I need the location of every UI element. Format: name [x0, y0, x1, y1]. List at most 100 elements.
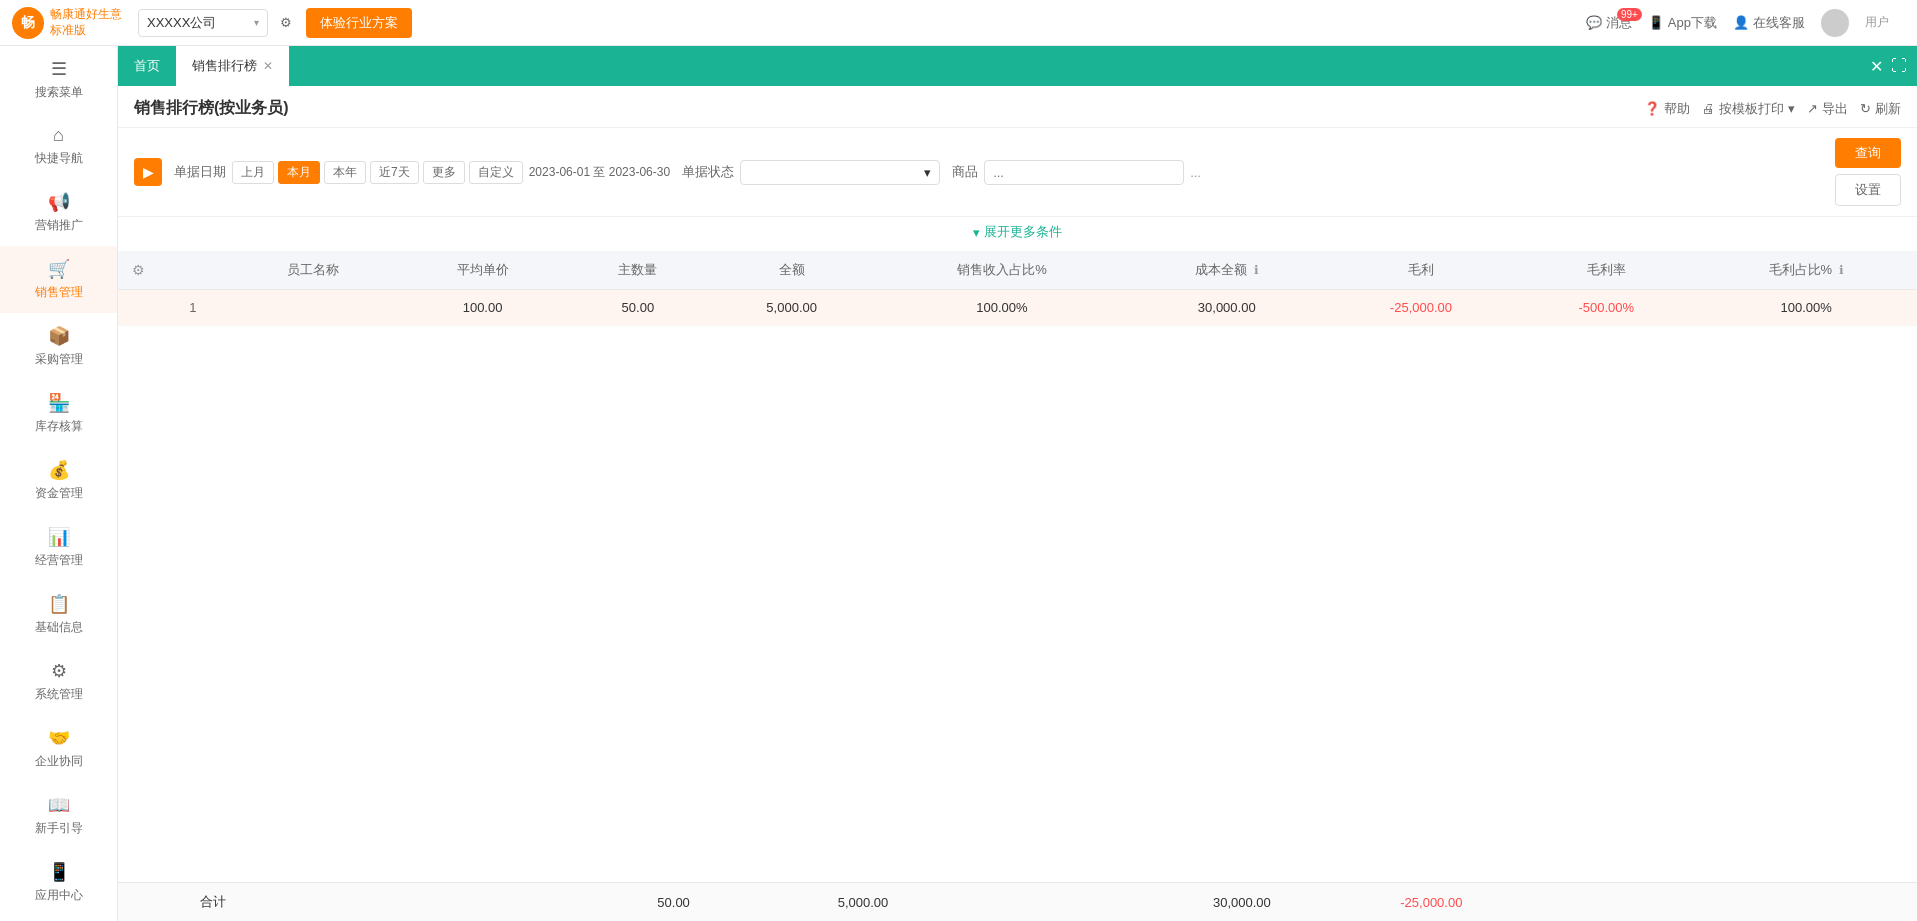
sidebar-item-label: 销售管理: [35, 284, 83, 301]
sidebar-item-finance[interactable]: 💰 资金管理: [0, 447, 117, 514]
sidebar-item-enterprise[interactable]: 🤝 企业协同: [0, 715, 117, 782]
th-cost: 成本全额 ℹ: [1129, 251, 1325, 290]
export-button[interactable]: ↗ 导出: [1807, 100, 1848, 118]
data-table: ⚙ 员工名称 平均单价 主数量 全额 销售收入占比% 成本全额 ℹ: [118, 251, 1917, 326]
cell-sales-pct: 100.00%: [875, 290, 1129, 326]
enterprise-icon: 🤝: [48, 727, 70, 749]
table-footer: 合计 50.00 5,000.00 30,000.00 -25,000.00: [118, 882, 1917, 921]
expand-button[interactable]: ▾ 展开更多条件: [973, 223, 1062, 241]
sidebar-item-label: 采购管理: [35, 351, 83, 368]
help-icon: ❓: [1644, 101, 1660, 116]
table-row: 1 100.00 50.00 5,000.00 100.00% 30,000.0…: [118, 290, 1917, 326]
tab-bar-right: ✕ ⛶: [1870, 57, 1917, 76]
column-settings-icon[interactable]: ⚙: [132, 262, 145, 278]
sidebar-item-search[interactable]: ☰ 搜索菜单: [0, 46, 117, 113]
th-amount: 全额: [708, 251, 875, 290]
cell-avg-price: 100.00: [398, 290, 568, 326]
window-expand-icon[interactable]: ⛶: [1891, 57, 1907, 75]
cell-gross: -25,000.00: [1325, 290, 1518, 326]
print-icon: 🖨: [1702, 101, 1715, 116]
goods-filter-group: 商品 ...: [952, 160, 1201, 185]
page-body: 销售排行榜(按业务员) ❓ 帮助 🖨 按模板打印 ▾ ↗: [118, 86, 1917, 921]
service-icon: 👤: [1733, 15, 1749, 30]
date-btn-more[interactable]: 更多: [423, 161, 465, 184]
sidebar-item-label: 基础信息: [35, 619, 83, 636]
company-selector[interactable]: XXXXX公司 ▾: [138, 9, 268, 37]
cell-amount: 5,000.00: [708, 290, 875, 326]
search-icon: ☰: [51, 58, 67, 80]
app-download-button[interactable]: 📱 App下载: [1648, 14, 1717, 32]
help-button[interactable]: ❓ 帮助: [1644, 100, 1690, 118]
sidebar-item-system[interactable]: ⚙ 系统管理: [0, 648, 117, 715]
cell-gross-rate: -500.00%: [1517, 290, 1695, 326]
avatar[interactable]: [1821, 9, 1849, 37]
settings-button[interactable]: 设置: [1835, 174, 1901, 206]
query-button[interactable]: 查询: [1835, 138, 1901, 168]
settings-icon-btn[interactable]: ⚙: [276, 11, 296, 34]
sidebar-item-basic-info[interactable]: 📋 基础信息: [0, 581, 117, 648]
more-link[interactable]: ...: [1190, 165, 1201, 180]
page-inner: 销售排行榜(按业务员) ❓ 帮助 🖨 按模板打印 ▾ ↗: [118, 86, 1917, 921]
message-icon: 💬: [1586, 15, 1602, 30]
status-filter-label: 单据状态: [682, 163, 734, 181]
date-btn-7days[interactable]: 近7天: [370, 161, 419, 184]
th-sales-pct: 销售收入占比%: [875, 251, 1129, 290]
table-body: 1 100.00 50.00 5,000.00 100.00% 30,000.0…: [118, 290, 1917, 326]
message-badge: 99+: [1617, 8, 1642, 21]
apps-icon: 📱: [48, 861, 70, 883]
cell-gross-pct: 100.00%: [1695, 290, 1917, 326]
status-select[interactable]: ▾: [740, 160, 940, 185]
content-area: 首页 销售排行榜 ✕ ✕ ⛶ 销售排行榜(按业务员) ❓: [118, 46, 1917, 921]
tab-sales-ranking[interactable]: 销售排行榜 ✕: [176, 46, 289, 86]
date-filter-label: 单据日期: [174, 163, 226, 181]
sidebar-item-label: 库存核算: [35, 418, 83, 435]
sidebar-item-guide[interactable]: 📖 新手引导: [0, 782, 117, 849]
filter-actions: 查询 设置: [1835, 138, 1901, 206]
print-chevron-icon: ▾: [1788, 101, 1795, 116]
sidebar-item-apps[interactable]: 📱 应用中心: [0, 849, 117, 916]
trial-button[interactable]: 体验行业方案: [306, 8, 412, 38]
company-name: XXXXX公司: [147, 14, 250, 32]
cost-info-icon[interactable]: ℹ: [1254, 263, 1259, 277]
date-btn-custom[interactable]: 自定义: [469, 161, 523, 184]
top-bar: 畅 畅康通好生意 标准版 XXXXX公司 ▾ ⚙ 体验行业方案 💬 消息 99+…: [0, 0, 1917, 46]
window-close-icon[interactable]: ✕: [1870, 57, 1883, 76]
sidebar-item-quicknav[interactable]: ⌂ 快捷导航: [0, 113, 117, 179]
sidebar-item-purchase[interactable]: 📦 采购管理: [0, 313, 117, 380]
guide-icon: 📖: [48, 794, 70, 816]
footer-gross: -25,000.00: [1337, 895, 1526, 910]
date-range: 2023-06-01 至 2023-06-30: [529, 164, 670, 181]
th-settings[interactable]: ⚙: [118, 251, 158, 290]
date-buttons: 上月 本月 本年 近7天 更多 自定义: [232, 161, 523, 184]
sales-icon: 🛒: [48, 258, 70, 280]
tab-home[interactable]: 首页: [118, 46, 176, 86]
sidebar-item-inventory[interactable]: 🏪 库存核算: [0, 380, 117, 447]
date-btn-this-month[interactable]: 本月: [278, 161, 320, 184]
app-icon: 📱: [1648, 15, 1664, 30]
print-button[interactable]: 🖨 按模板打印 ▾: [1702, 100, 1795, 118]
th-qty: 主数量: [567, 251, 708, 290]
tab-home-label: 首页: [134, 57, 160, 75]
sidebar-item-marketing[interactable]: 📢 营销推广: [0, 179, 117, 246]
top-right: 💬 消息 99+ 📱 App下载 👤 在线客服 用户: [1586, 9, 1905, 37]
sidebar-item-sales[interactable]: 🛒 销售管理: [0, 246, 117, 313]
cell-employee: [228, 290, 398, 326]
tab-close-icon[interactable]: ✕: [263, 59, 273, 73]
refresh-button[interactable]: ↻ 刷新: [1860, 100, 1901, 118]
date-btn-last-month[interactable]: 上月: [232, 161, 274, 184]
online-service-button[interactable]: 👤 在线客服: [1733, 14, 1805, 32]
sidebar-item-label: 企业协同: [35, 753, 83, 770]
sidebar-item-label: 搜索菜单: [35, 84, 83, 101]
date-btn-this-year[interactable]: 本年: [324, 161, 366, 184]
goods-input[interactable]: [984, 160, 1184, 185]
sidebar-item-wechat[interactable]: 💬 企业微信: [0, 916, 117, 921]
sidebar-item-management[interactable]: 📊 经营管理: [0, 514, 117, 581]
th-gross-pct: 毛利占比% ℹ: [1695, 251, 1917, 290]
filter-toggle-button[interactable]: ▶: [134, 158, 162, 186]
purchase-icon: 📦: [48, 325, 70, 347]
sidebar-item-label: 应用中心: [35, 887, 83, 904]
cell-qty: 50.00: [567, 290, 708, 326]
table-container: ⚙ 员工名称 平均单价 主数量 全额 销售收入占比% 成本全额 ℹ: [118, 251, 1917, 882]
gross-pct-info-icon[interactable]: ℹ: [1839, 263, 1844, 277]
message-button[interactable]: 💬 消息 99+: [1586, 14, 1632, 32]
